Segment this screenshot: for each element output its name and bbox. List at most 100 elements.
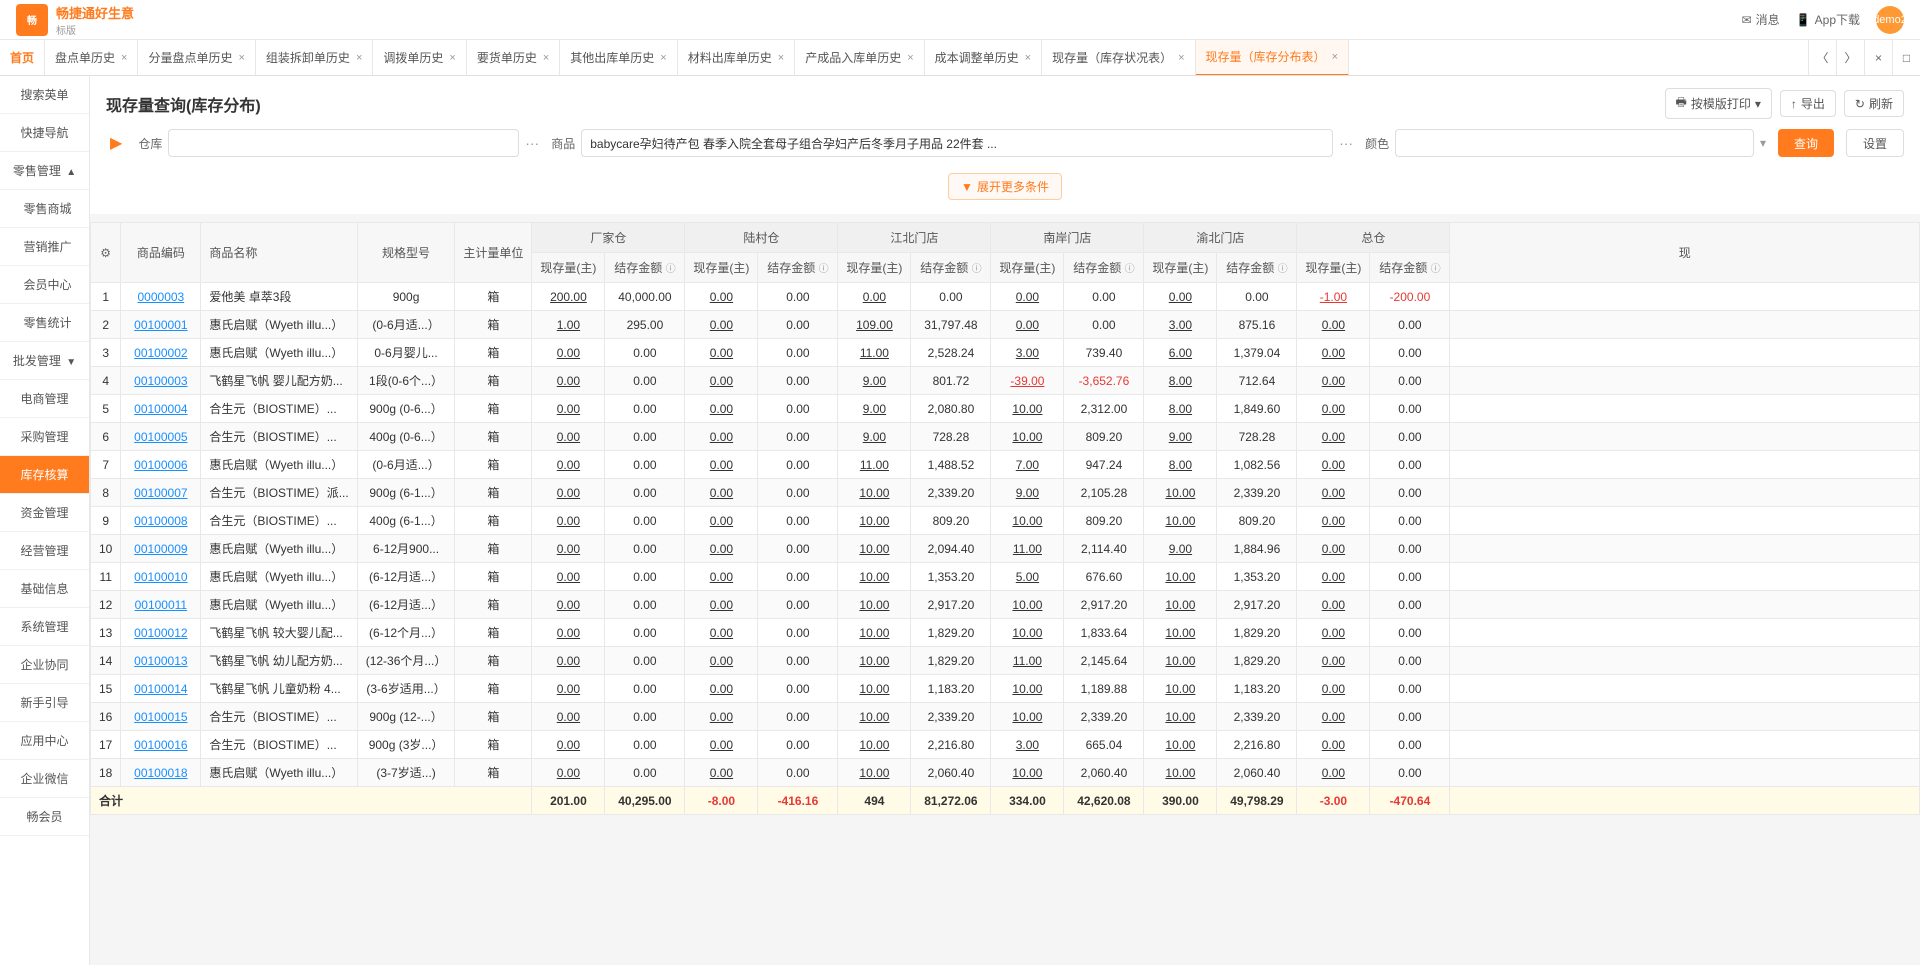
product-input[interactable] [581, 129, 1333, 157]
cell-lucun-qty[interactable]: 0.00 [685, 339, 758, 367]
sidebar-item-marketing[interactable]: 营销推广 [0, 228, 89, 266]
sidebar-item-basic[interactable]: 基础信息 [0, 570, 89, 608]
query-btn[interactable]: 查询 [1778, 129, 1834, 157]
cell-yubei-qty[interactable]: 9.00 [1144, 423, 1217, 451]
tab-material-outbound[interactable]: 材料出库单历史 × [678, 40, 795, 76]
cell-code[interactable]: 00100002 [121, 339, 201, 367]
close-icon[interactable]: × [121, 52, 127, 64]
cell-factory-qty[interactable]: 0.00 [532, 675, 605, 703]
cell-nanan-qty[interactable]: -39.00 [991, 367, 1064, 395]
cell-yubei-qty[interactable]: 8.00 [1144, 451, 1217, 479]
cell-yubei-qty[interactable]: 10.00 [1144, 731, 1217, 759]
tab-other-outbound[interactable]: 其他出库单历史 × [560, 40, 677, 76]
cell-code[interactable]: 00100008 [121, 507, 201, 535]
cell-jiangbei-qty[interactable]: 10.00 [838, 535, 911, 563]
cell-code[interactable]: 00100001 [121, 311, 201, 339]
cell-code[interactable]: 00100003 [121, 367, 201, 395]
cell-total-qty[interactable]: 0.00 [1297, 395, 1370, 423]
export-btn[interactable]: ↑ 导出 [1780, 90, 1836, 117]
cell-jiangbei-qty[interactable]: 9.00 [838, 423, 911, 451]
cell-total-qty[interactable]: -1.00 [1297, 283, 1370, 311]
cell-code[interactable]: 00100004 [121, 395, 201, 423]
cell-lucun-qty[interactable]: 0.00 [685, 423, 758, 451]
sidebar-item-member-center[interactable]: 会员中心 [0, 266, 89, 304]
cell-nanan-qty[interactable]: 10.00 [991, 675, 1064, 703]
cell-factory-qty[interactable]: 0.00 [532, 535, 605, 563]
cell-lucun-qty[interactable]: 0.00 [685, 759, 758, 787]
print-btn[interactable]: 🖶 按模版打印 ▾ [1665, 88, 1772, 119]
avatar[interactable]: demo2 [1876, 6, 1904, 34]
cell-nanan-qty[interactable]: 9.00 [991, 479, 1064, 507]
cell-factory-qty[interactable]: 0.00 [532, 703, 605, 731]
sidebar-item-guide[interactable]: 新手引导 [0, 684, 89, 722]
cell-total-qty[interactable]: 0.00 [1297, 647, 1370, 675]
cell-code[interactable]: 00100018 [121, 759, 201, 787]
cell-yubei-qty[interactable]: 10.00 [1144, 479, 1217, 507]
cell-yubei-qty[interactable]: 10.00 [1144, 619, 1217, 647]
cell-total-qty[interactable]: 0.00 [1297, 367, 1370, 395]
cell-nanan-qty[interactable]: 5.00 [991, 563, 1064, 591]
cell-lucun-qty[interactable]: 0.00 [685, 731, 758, 759]
sidebar-item-system[interactable]: 系统管理 [0, 608, 89, 646]
expand-conditions-btn[interactable]: ▼ 展开更多条件 [948, 173, 1062, 200]
tab-stock-status[interactable]: 现存量（库存状况表） × [1042, 40, 1195, 76]
cell-factory-qty[interactable]: 0.00 [532, 759, 605, 787]
cell-lucun-qty[interactable]: 0.00 [685, 451, 758, 479]
cell-total-qty[interactable]: 0.00 [1297, 675, 1370, 703]
cell-jiangbei-qty[interactable]: 0.00 [838, 283, 911, 311]
cell-jiangbei-qty[interactable]: 10.00 [838, 563, 911, 591]
cell-lucun-qty[interactable]: 0.00 [685, 703, 758, 731]
cell-lucun-qty[interactable]: 0.00 [685, 535, 758, 563]
tab-assemble[interactable]: 组装拆卸单历史 × [256, 40, 373, 76]
close-icon[interactable]: × [1332, 51, 1338, 63]
tab-stock-dist[interactable]: 现存量（库存分布表） × [1196, 40, 1349, 76]
cell-factory-qty[interactable]: 0.00 [532, 395, 605, 423]
cell-lucun-qty[interactable]: 0.00 [685, 283, 758, 311]
cell-lucun-qty[interactable]: 0.00 [685, 367, 758, 395]
cell-factory-qty[interactable]: 0.00 [532, 451, 605, 479]
cell-total-qty[interactable]: 0.00 [1297, 339, 1370, 367]
sidebar-item-search[interactable]: 搜索英单 [0, 76, 89, 114]
cell-nanan-qty[interactable]: 0.00 [991, 283, 1064, 311]
cell-total-qty[interactable]: 0.00 [1297, 703, 1370, 731]
sidebar-item-finance[interactable]: 资金管理 [0, 494, 89, 532]
cell-factory-qty[interactable]: 0.00 [532, 591, 605, 619]
close-icon[interactable]: × [1178, 52, 1184, 64]
cell-nanan-qty[interactable]: 3.00 [991, 731, 1064, 759]
close-icon[interactable]: × [660, 52, 666, 64]
cell-jiangbei-qty[interactable]: 10.00 [838, 647, 911, 675]
cell-total-qty[interactable]: 0.00 [1297, 731, 1370, 759]
cell-yubei-qty[interactable]: 9.00 [1144, 535, 1217, 563]
sidebar-item-retail-mall[interactable]: 零售商城 [0, 190, 89, 228]
close-icon[interactable]: × [238, 52, 244, 64]
nav-left-btn[interactable]: 〈 [1808, 40, 1836, 76]
sidebar-item-purchase[interactable]: 采购管理 [0, 418, 89, 456]
product-picker-icon[interactable]: ··· [1339, 135, 1353, 151]
cell-nanan-qty[interactable]: 7.00 [991, 451, 1064, 479]
cell-code[interactable]: 00100015 [121, 703, 201, 731]
nav-right-btn[interactable]: 〉 [1836, 40, 1864, 76]
close-icon[interactable]: × [356, 52, 362, 64]
cell-yubei-qty[interactable]: 10.00 [1144, 703, 1217, 731]
nav-close-btn[interactable]: × [1864, 40, 1892, 76]
cell-jiangbei-qty[interactable]: 109.00 [838, 311, 911, 339]
cell-jiangbei-qty[interactable]: 10.00 [838, 479, 911, 507]
sidebar-item-ecommerce[interactable]: 电商管理 [0, 380, 89, 418]
cell-lucun-qty[interactable]: 0.00 [685, 311, 758, 339]
cell-yubei-qty[interactable]: 10.00 [1144, 591, 1217, 619]
cell-factory-qty[interactable]: 200.00 [532, 283, 605, 311]
close-icon[interactable]: × [543, 52, 549, 64]
cell-yubei-qty[interactable]: 8.00 [1144, 367, 1217, 395]
sidebar-item-retail-mgmt[interactable]: 零售管理 ▲ [0, 152, 89, 190]
cell-yubei-qty[interactable]: 3.00 [1144, 311, 1217, 339]
sidebar-item-inventory[interactable]: 库存核算 [0, 456, 89, 494]
tab-sub-inventory[interactable]: 分量盘点单历史 × [138, 40, 255, 76]
sidebar-item-retail-stats[interactable]: 零售统计 [0, 304, 89, 342]
sidebar-item-wholesale[interactable]: 批发管理 ▼ [0, 342, 89, 380]
cell-code[interactable]: 00100006 [121, 451, 201, 479]
cell-jiangbei-qty[interactable]: 10.00 [838, 731, 911, 759]
cell-code[interactable]: 00100010 [121, 563, 201, 591]
cell-lucun-qty[interactable]: 0.00 [685, 647, 758, 675]
cell-total-qty[interactable]: 0.00 [1297, 479, 1370, 507]
cell-nanan-qty[interactable]: 11.00 [991, 647, 1064, 675]
